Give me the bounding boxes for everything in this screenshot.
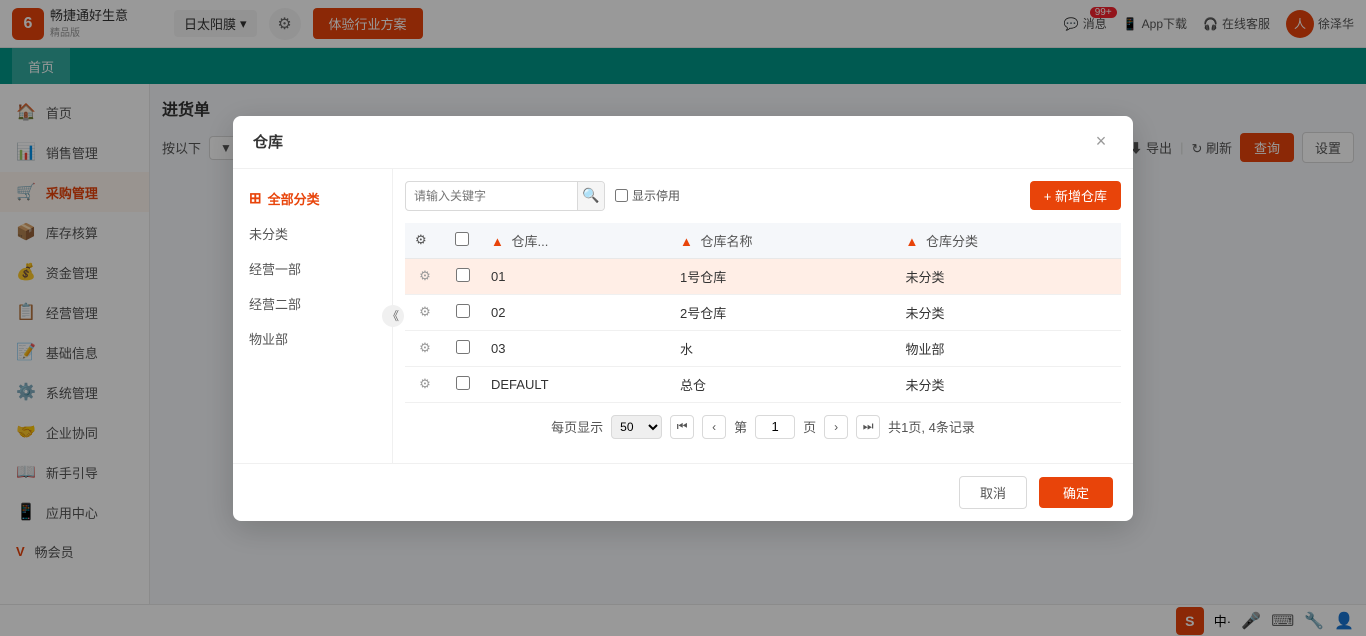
search-box: 🔍	[405, 181, 605, 211]
page-label: 第	[734, 417, 747, 436]
th-gear: ⚙	[405, 223, 445, 259]
page-suffix: 页	[803, 417, 816, 436]
search-input[interactable]	[406, 189, 577, 203]
row-name: 2号仓库	[670, 294, 895, 330]
last-page-btn[interactable]: ⏭	[856, 415, 880, 439]
table-body: ⚙ 01 1号仓库 未分类 ⚙ 02 2号仓库 未分类 ⚙ 03 水 物业部 ⚙…	[405, 258, 1121, 402]
row-code: 01	[481, 258, 670, 294]
th-name: ▲ 仓库名称	[670, 223, 895, 259]
row-category: 未分类	[896, 294, 1122, 330]
category-all[interactable]: ⊞ 全部分类	[233, 181, 392, 216]
row-check[interactable]	[445, 258, 481, 294]
category-property[interactable]: 物业部	[233, 321, 392, 356]
row-checkbox[interactable]	[456, 304, 470, 318]
search-icon[interactable]: 🔍	[577, 181, 604, 211]
next-page-btn[interactable]: ›	[824, 415, 848, 439]
modal-header: 仓库 ×	[233, 116, 1133, 169]
pagination: 每页显示 50 100 200 ⏮ ‹ 第 页 › ⏭ 共1页, 4条记录	[405, 403, 1121, 451]
table-row[interactable]: ⚙ 03 水 物业部	[405, 330, 1121, 366]
page-input[interactable]	[755, 415, 795, 439]
confirm-button[interactable]: 确定	[1039, 477, 1113, 508]
prev-page-btn[interactable]: ‹	[702, 415, 726, 439]
row-gear: ⚙	[405, 366, 445, 402]
th-check	[445, 223, 481, 259]
row-checkbox[interactable]	[456, 340, 470, 354]
row-name: 水	[670, 330, 895, 366]
row-category: 未分类	[896, 258, 1122, 294]
modal-body: 《 ⊞ 全部分类 未分类 经营一部 经营二部 物业部	[233, 169, 1133, 463]
row-name: 1号仓库	[670, 258, 895, 294]
row-gear: ⚙	[405, 258, 445, 294]
category-unclassified[interactable]: 未分类	[233, 216, 392, 251]
right-panel: 🔍 显示停用 + 新增仓库 ⚙	[393, 169, 1133, 463]
row-name: 总仓	[670, 366, 895, 402]
per-page-select[interactable]: 50 100 200	[611, 415, 662, 439]
th-code: ▲ 仓库...	[481, 223, 670, 259]
table-row[interactable]: ⚙ 02 2号仓库 未分类	[405, 294, 1121, 330]
table-row[interactable]: ⚙ 01 1号仓库 未分类	[405, 258, 1121, 294]
row-code: 03	[481, 330, 670, 366]
row-check[interactable]	[445, 294, 481, 330]
close-button[interactable]: ×	[1089, 130, 1113, 154]
show-disabled-label[interactable]: 显示停用	[615, 187, 680, 204]
collapse-button[interactable]: 《	[382, 305, 404, 327]
modal-title: 仓库	[253, 131, 283, 152]
th-category: ▲ 仓库分类	[896, 223, 1122, 259]
row-check[interactable]	[445, 330, 481, 366]
add-warehouse-button[interactable]: + 新增仓库	[1030, 181, 1121, 210]
modal-footer: 取消 确定	[233, 463, 1133, 521]
category-panel: 《 ⊞ 全部分类 未分类 经营一部 经营二部 物业部	[233, 169, 393, 463]
row-code: 02	[481, 294, 670, 330]
row-gear: ⚙	[405, 294, 445, 330]
table-row[interactable]: ⚙ DEFAULT 总仓 未分类	[405, 366, 1121, 402]
row-checkbox[interactable]	[456, 268, 470, 282]
grid-icon: ⊞	[249, 189, 262, 207]
gear-icon: ⚙	[415, 232, 427, 247]
right-toolbar: 🔍 显示停用 + 新增仓库	[405, 181, 1121, 211]
row-check[interactable]	[445, 366, 481, 402]
per-page-label: 每页显示	[551, 417, 603, 436]
category-operations-2[interactable]: 经营二部	[233, 286, 392, 321]
row-gear: ⚙	[405, 330, 445, 366]
category-operations-1[interactable]: 经营一部	[233, 251, 392, 286]
cancel-button[interactable]: 取消	[959, 476, 1027, 509]
warehouse-modal: 仓库 × 《 ⊞ 全部分类 未分类 经营一部 经营二部	[233, 116, 1133, 521]
warehouse-table: ⚙ ▲ 仓库... ▲	[405, 223, 1121, 403]
row-checkbox[interactable]	[456, 376, 470, 390]
modal-overlay: 仓库 × 《 ⊞ 全部分类 未分类 经营一部 经营二部	[0, 0, 1366, 636]
row-category: 未分类	[896, 366, 1122, 402]
first-page-btn[interactable]: ⏮	[670, 415, 694, 439]
total-records: 共1页, 4条记录	[888, 417, 975, 436]
show-disabled-checkbox[interactable]	[615, 189, 628, 202]
table-header: ⚙ ▲ 仓库... ▲	[405, 223, 1121, 259]
row-code: DEFAULT	[481, 366, 670, 402]
select-all-checkbox[interactable]	[455, 232, 469, 246]
row-category: 物业部	[896, 330, 1122, 366]
table-container: ⚙ ▲ 仓库... ▲	[405, 223, 1121, 403]
